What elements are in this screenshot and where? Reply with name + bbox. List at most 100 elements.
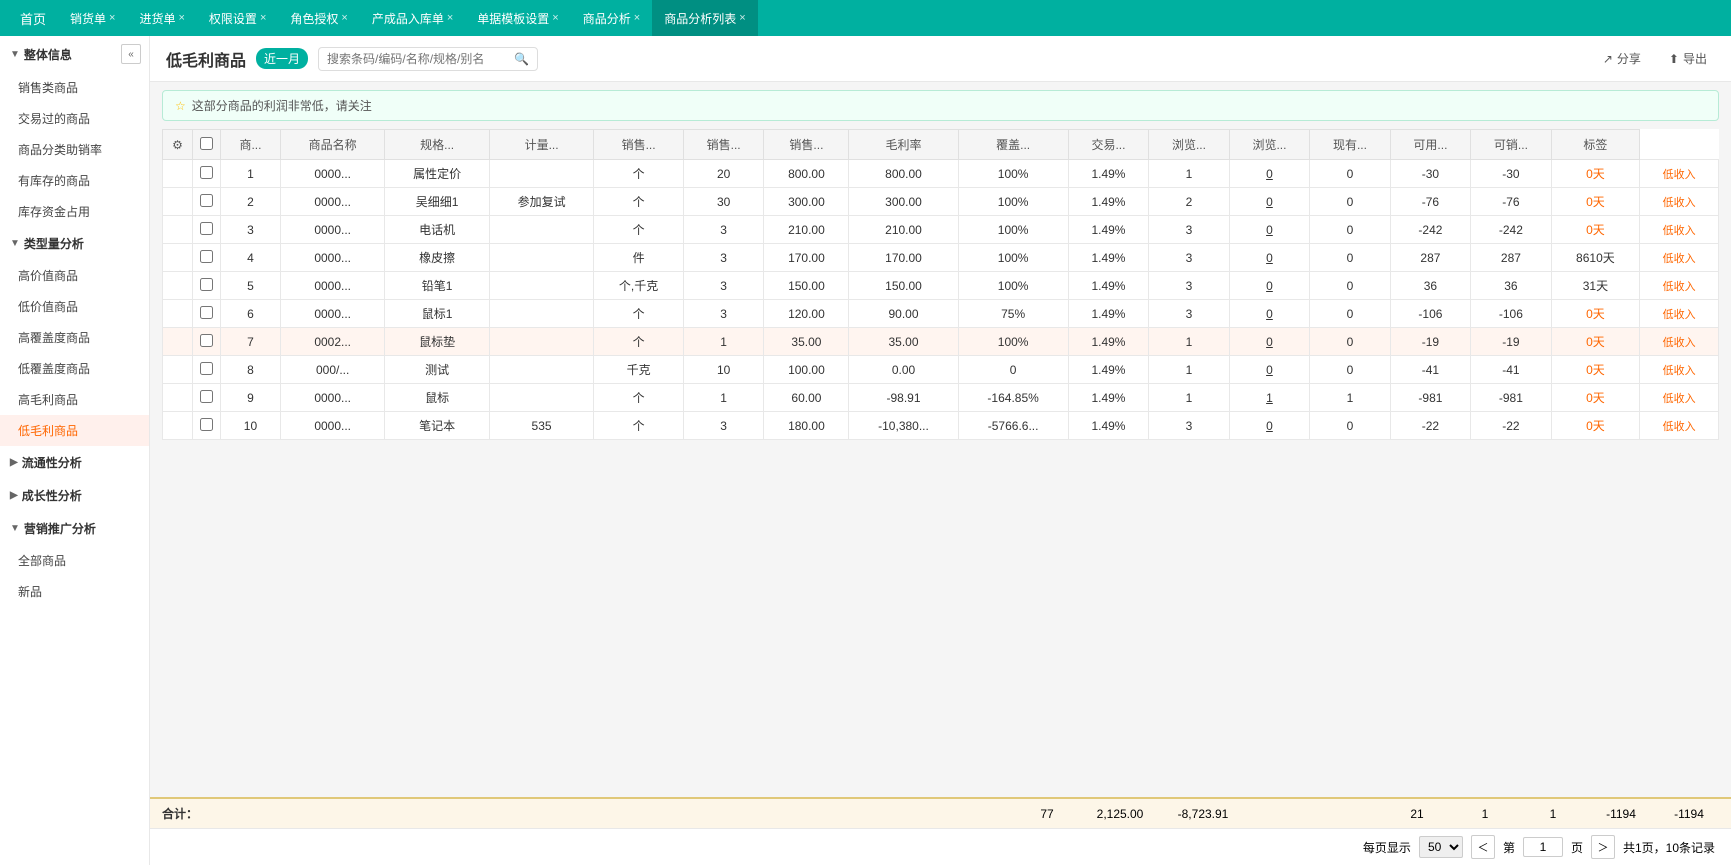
row-select-3[interactable] (200, 250, 213, 263)
row-v7-4[interactable]: 0 (1229, 272, 1309, 300)
row-select-7[interactable] (200, 362, 213, 375)
search-icon[interactable]: 🔍 (514, 52, 529, 66)
sidebar-item-in-stock-goods[interactable]: 有库存的商品 (0, 165, 149, 196)
nav-close-product-analysis-list[interactable]: × (739, 12, 745, 24)
row-select-1[interactable] (200, 194, 213, 207)
col-settings[interactable]: ⚙ (163, 130, 193, 160)
row-v7-9[interactable]: 0 (1229, 412, 1309, 440)
nav-close-product-inbound[interactable]: × (447, 12, 453, 24)
col-name[interactable]: 商品名称 (280, 130, 384, 160)
row-checkbox-6[interactable] (193, 328, 221, 356)
nav-home[interactable]: 首页 (8, 0, 58, 36)
row-select-2[interactable] (200, 222, 213, 235)
nav-purchase-order[interactable]: 进货单 × (127, 0, 196, 36)
sidebar-group-overall[interactable]: ▼ 整体信息 (0, 38, 82, 71)
col-checkbox-all[interactable] (193, 130, 221, 160)
row-select-5[interactable] (200, 306, 213, 319)
col-sales1[interactable]: 销售... (594, 130, 684, 160)
col-available[interactable]: 可用... (1390, 130, 1470, 160)
current-page-input[interactable] (1523, 837, 1563, 857)
col-views1[interactable]: 浏览... (1149, 130, 1229, 160)
row-checkbox-9[interactable] (193, 412, 221, 440)
row-v7-1[interactable]: 0 (1229, 188, 1309, 216)
nav-role-auth[interactable]: 角色授权 × (278, 0, 359, 36)
next-page-btn[interactable]: ＞ (1591, 835, 1615, 859)
col-unit[interactable]: 计量... (489, 130, 593, 160)
sidebar-item-high-coverage[interactable]: 高覆盖度商品 (0, 322, 149, 353)
row-v7-0[interactable]: 0 (1229, 160, 1309, 188)
row-checkbox-2[interactable] (193, 216, 221, 244)
sidebar-item-inventory-capital[interactable]: 库存资金占用 (0, 196, 149, 227)
sidebar-item-high-margin[interactable]: 高毛利商品 (0, 384, 149, 415)
row-checkbox-3[interactable] (193, 244, 221, 272)
col-margin[interactable]: 毛利率 (849, 130, 958, 160)
search-box[interactable]: 🔍 (318, 47, 538, 71)
col-code[interactable]: 商... (221, 130, 281, 160)
row-select-8[interactable] (200, 390, 213, 403)
nav-product-inbound[interactable]: 产成品入库单 × (360, 0, 465, 36)
sidebar-group-marketing-analysis[interactable]: ▼ 营销推广分析 (0, 512, 149, 545)
nav-close-template-settings[interactable]: × (552, 12, 558, 24)
col-sales3[interactable]: 销售... (764, 130, 849, 160)
nav-permission-settings[interactable]: 权限设置 × (197, 0, 278, 36)
footer-v7: 1 (1455, 807, 1515, 821)
page-size-select[interactable]: 50 (1419, 836, 1463, 858)
sidebar-item-low-value[interactable]: 低价值商品 (0, 291, 149, 322)
sidebar-item-traded-goods[interactable]: 交易过的商品 (0, 103, 149, 134)
sidebar-group-growth-analysis[interactable]: ▶ 成长性分析 (0, 479, 149, 512)
nav-sales-order[interactable]: 销货单 × (58, 0, 127, 36)
row-name-0: 属性定价 (385, 160, 489, 188)
col-spec[interactable]: 规格... (385, 130, 489, 160)
row-checkbox-5[interactable] (193, 300, 221, 328)
sidebar-group-flow-analysis[interactable]: ▶ 流通性分析 (0, 446, 149, 479)
row-checkbox-0[interactable] (193, 160, 221, 188)
sidebar-item-low-coverage[interactable]: 低覆盖度商品 (0, 353, 149, 384)
row-select-0[interactable] (200, 166, 213, 179)
sidebar-item-low-margin[interactable]: 低毛利商品 (0, 415, 149, 446)
sidebar-group-type-analysis[interactable]: ▼ 类型量分析 (0, 227, 149, 260)
row-checkbox-4[interactable] (193, 272, 221, 300)
row-v7-2[interactable]: 0 (1229, 216, 1309, 244)
select-all-checkbox[interactable] (200, 137, 213, 150)
row-checkbox-1[interactable] (193, 188, 221, 216)
nav-close-permission-settings[interactable]: × (260, 12, 266, 24)
sidebar-collapse-btn[interactable]: « (121, 44, 141, 64)
nav-close-role-auth[interactable]: × (341, 12, 347, 24)
col-views2[interactable]: 浏览... (1229, 130, 1309, 160)
sidebar-item-all-goods[interactable]: 全部商品 (0, 545, 149, 576)
date-filter-tag[interactable]: 近一月 (256, 48, 308, 69)
col-coverage[interactable]: 覆盖... (958, 130, 1068, 160)
row-v7-3[interactable]: 0 (1229, 244, 1309, 272)
col-tag[interactable]: 标签 (1551, 130, 1640, 160)
row-tag-7: 低收入 (1640, 356, 1719, 384)
sidebar-item-category-sales-rate[interactable]: 商品分类助销率 (0, 134, 149, 165)
row-v8-0: 0 (1310, 160, 1390, 188)
col-sellable[interactable]: 可销... (1471, 130, 1551, 160)
share-button[interactable]: ↗ 分享 (1595, 46, 1649, 71)
row-checkbox-7[interactable] (193, 356, 221, 384)
nav-close-sales-order[interactable]: × (109, 12, 115, 24)
row-select-4[interactable] (200, 278, 213, 291)
row-v7-5[interactable]: 0 (1229, 300, 1309, 328)
sidebar-item-high-value[interactable]: 高价值商品 (0, 260, 149, 291)
row-select-6[interactable] (200, 334, 213, 347)
row-checkbox-8[interactable] (193, 384, 221, 412)
prev-page-btn[interactable]: ＜ (1471, 835, 1495, 859)
search-input[interactable] (327, 52, 509, 66)
sidebar-item-new-goods[interactable]: 新品 (0, 576, 149, 607)
nav-product-analysis[interactable]: 商品分析 × (571, 0, 652, 36)
nav-template-settings[interactable]: 单据模板设置 × (465, 0, 570, 36)
row-v7-8[interactable]: 1 (1229, 384, 1309, 412)
nav-close-purchase-order[interactable]: × (178, 12, 184, 24)
export-button[interactable]: ⬆ 导出 (1661, 46, 1715, 71)
col-trades[interactable]: 交易... (1068, 130, 1149, 160)
nav-close-product-analysis[interactable]: × (634, 12, 640, 24)
row-select-9[interactable] (200, 418, 213, 431)
col-current[interactable]: 现有... (1310, 130, 1390, 160)
row-v7-6[interactable]: 0 (1229, 328, 1309, 356)
header-actions: ↗ 分享 ⬆ 导出 (1595, 46, 1715, 71)
row-v7-7[interactable]: 0 (1229, 356, 1309, 384)
col-sales2[interactable]: 销售... (683, 130, 763, 160)
sidebar-item-sales-goods[interactable]: 销售类商品 (0, 72, 149, 103)
nav-product-analysis-list[interactable]: 商品分析列表 × (652, 0, 757, 36)
